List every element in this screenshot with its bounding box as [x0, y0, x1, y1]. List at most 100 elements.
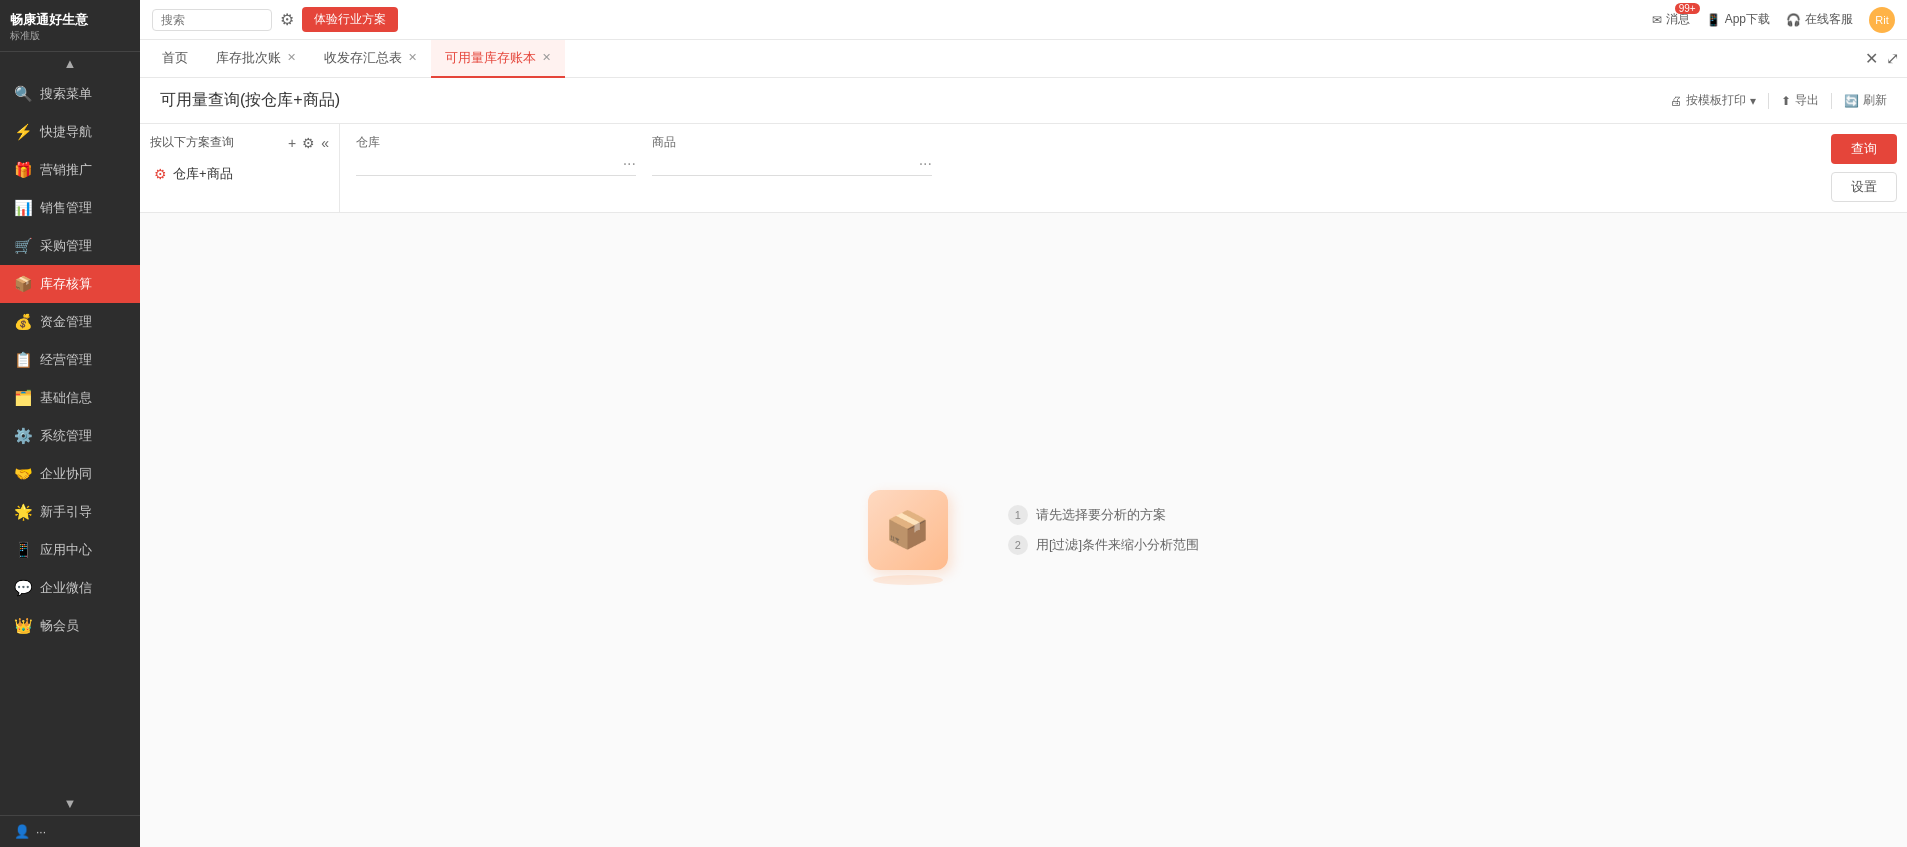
- print-icon: 🖨: [1670, 94, 1682, 108]
- scheme-item-warehouse-goods[interactable]: ⚙ 仓库+商品: [140, 159, 339, 189]
- sidebar-item-basic[interactable]: 🗂️ 基础信息: [0, 379, 140, 417]
- goods-filter-field: 商品 ···: [652, 134, 932, 176]
- sidebar-item-label: 资金管理: [40, 313, 92, 331]
- message-item[interactable]: ✉ 消息 99+: [1652, 11, 1690, 28]
- avatar-initials: Rit: [1875, 14, 1888, 26]
- print-button[interactable]: 🖨 按模板打印 ▾: [1670, 92, 1756, 109]
- sidebar-nav: 🔍 搜索菜单 ⚡ 快捷导航 🎁 营销推广 📊 销售管理 🛒 采购管理 📦: [0, 75, 140, 792]
- export-label: 导出: [1795, 92, 1819, 109]
- settings-button[interactable]: 设置: [1831, 172, 1897, 202]
- empty-illustration: 📦: [848, 470, 968, 590]
- gear-icon[interactable]: ⚙: [280, 10, 294, 29]
- export-button[interactable]: ⬆ 导出: [1781, 92, 1819, 109]
- sidebar-item-inventory[interactable]: 📦 库存核算: [0, 265, 140, 303]
- scroll-down-btn[interactable]: ▼: [0, 792, 140, 815]
- sidebar-item-system[interactable]: ⚙️ 系统管理: [0, 417, 140, 455]
- tab-fullscreen-button[interactable]: ⤢: [1886, 49, 1899, 68]
- tab-batch-account-close[interactable]: ✕: [287, 51, 296, 64]
- avatar: Rit: [1869, 7, 1895, 33]
- tip-text-1: 请先选择要分析的方案: [1036, 506, 1166, 524]
- sidebar-user-area[interactable]: 👤 ···: [0, 815, 140, 847]
- warehouse-input[interactable]: [356, 157, 623, 172]
- goods-dots-icon[interactable]: ···: [919, 155, 932, 173]
- scroll-up-btn[interactable]: ▲: [0, 52, 140, 75]
- sidebar-item-label: 应用中心: [40, 541, 92, 559]
- sidebar-item-label: 销售管理: [40, 199, 92, 217]
- sidebar-item-newguide[interactable]: 🌟 新手引导: [0, 493, 140, 531]
- goods-input[interactable]: [652, 157, 919, 172]
- page-header: 可用量查询(按仓库+商品) 🖨 按模板打印 ▾ ⬆ 导出 🔄: [140, 78, 1907, 124]
- tab-close-all-button[interactable]: ✕: [1865, 49, 1878, 68]
- tab-bar: 首页 库存批次账 ✕ 收发存汇总表 ✕ 可用量库存账本 ✕ ✕ ⤢: [140, 40, 1907, 78]
- print-dropdown-icon: ▾: [1750, 94, 1756, 108]
- sidebar-item-label: 基础信息: [40, 389, 92, 407]
- inventory-icon: 📦: [14, 275, 32, 293]
- app-download-item[interactable]: 📱 App下载: [1706, 11, 1770, 28]
- online-service-item[interactable]: 🎧 在线客服: [1786, 11, 1853, 28]
- divider-1: [1768, 93, 1769, 109]
- app-download-label: App下载: [1725, 11, 1770, 28]
- sidebar-item-label: 企业微信: [40, 579, 92, 597]
- tab-available-ledger-close[interactable]: ✕: [542, 51, 551, 64]
- sidebar-item-finance[interactable]: 💰 资金管理: [0, 303, 140, 341]
- tab-home[interactable]: 首页: [148, 40, 202, 78]
- sidebar-item-marketing[interactable]: 🎁 营销推广: [0, 151, 140, 189]
- wechat-icon: 💬: [14, 579, 32, 597]
- marketing-icon: 🎁: [14, 161, 32, 179]
- empty-state: 📦 1 请先选择要分析的方案 2 用[过滤]条件来缩小分析范围: [140, 213, 1907, 847]
- scheme-settings-icon[interactable]: ⚙: [302, 135, 315, 151]
- page-header-actions: 🖨 按模板打印 ▾ ⬆ 导出 🔄 刷新: [1670, 92, 1887, 109]
- scheme-panel-icons: + ⚙ «: [288, 135, 329, 151]
- goods-label: 商品: [652, 134, 932, 151]
- scheme-panel-title: 按以下方案查询: [150, 134, 234, 151]
- scheme-panel-header: 按以下方案查询 + ⚙ «: [140, 134, 339, 159]
- brand-sub: 标准版: [10, 29, 130, 43]
- right-action-buttons: 查询 设置: [1821, 124, 1907, 212]
- main-area: ⚙ 体验行业方案 ✉ 消息 99+ 📱 App下载 🎧 在线客服: [140, 0, 1907, 847]
- topbar-right: ✉ 消息 99+ 📱 App下载 🎧 在线客服 Rit: [1652, 7, 1895, 33]
- filter-container: 仓库 ··· 商品 ···: [340, 124, 1821, 212]
- sidebar-item-shortcut[interactable]: ⚡ 快捷导航: [0, 113, 140, 151]
- user-info[interactable]: Rit: [1869, 7, 1895, 33]
- trial-industry-button[interactable]: 体验行业方案: [302, 7, 398, 32]
- sidebar-item-label: 新手引导: [40, 503, 92, 521]
- scheme-add-icon[interactable]: +: [288, 135, 296, 151]
- print-label: 按模板打印: [1686, 92, 1746, 109]
- newguide-icon: 🌟: [14, 503, 32, 521]
- warehouse-dots-icon[interactable]: ···: [623, 155, 636, 173]
- tab-batch-account[interactable]: 库存批次账 ✕: [202, 40, 310, 78]
- sidebar-item-label: 企业协同: [40, 465, 92, 483]
- tab-collect-summary[interactable]: 收发存汇总表 ✕: [310, 40, 431, 78]
- search-input[interactable]: [152, 9, 272, 31]
- purchase-icon: 🛒: [14, 237, 32, 255]
- empty-tips: 1 请先选择要分析的方案 2 用[过滤]条件来缩小分析范围: [1008, 505, 1199, 555]
- query-button[interactable]: 查询: [1831, 134, 1897, 164]
- sidebar-header: 畅康通好生意 标准版: [0, 0, 140, 52]
- sidebar-item-wechat[interactable]: 💬 企业微信: [0, 569, 140, 607]
- tab-available-ledger[interactable]: 可用量库存账本 ✕: [431, 40, 565, 78]
- refresh-label: 刷新: [1863, 92, 1887, 109]
- tab-collect-summary-close[interactable]: ✕: [408, 51, 417, 64]
- sidebar-item-enterprise[interactable]: 🤝 企业协同: [0, 455, 140, 493]
- scheme-collapse-icon[interactable]: «: [321, 135, 329, 151]
- sidebar-item-label: 库存核算: [40, 275, 92, 293]
- sidebar-item-search[interactable]: 🔍 搜索菜单: [0, 75, 140, 113]
- sidebar-item-appcenter[interactable]: 📱 应用中心: [0, 531, 140, 569]
- warehouse-label: 仓库: [356, 134, 636, 151]
- sidebar: 畅康通好生意 标准版 ▲ 🔍 搜索菜单 ⚡ 快捷导航 🎁 营销推广 📊 销售管理: [0, 0, 140, 847]
- sidebar-item-label: 营销推广: [40, 161, 92, 179]
- page-title: 可用量查询(按仓库+商品): [160, 90, 340, 111]
- filter-row: 仓库 ··· 商品 ···: [356, 134, 1805, 176]
- tip-num-2: 2: [1008, 535, 1028, 555]
- message-badge: 99+: [1675, 3, 1700, 14]
- sidebar-item-sales[interactable]: 📊 销售管理: [0, 189, 140, 227]
- content-spacer: [340, 186, 1821, 212]
- sidebar-item-purchase[interactable]: 🛒 采购管理: [0, 227, 140, 265]
- refresh-button[interactable]: 🔄 刷新: [1844, 92, 1887, 109]
- sidebar-item-member[interactable]: 👑 畅会员: [0, 607, 140, 645]
- tip-text-2: 用[过滤]条件来缩小分析范围: [1036, 536, 1199, 554]
- scheme-panel: 按以下方案查询 + ⚙ « ⚙ 仓库+商品: [140, 124, 340, 212]
- sidebar-item-operation[interactable]: 📋 经营管理: [0, 341, 140, 379]
- content-area: 可用量查询(按仓库+商品) 🖨 按模板打印 ▾ ⬆ 导出 🔄: [140, 78, 1907, 847]
- export-icon: ⬆: [1781, 94, 1791, 108]
